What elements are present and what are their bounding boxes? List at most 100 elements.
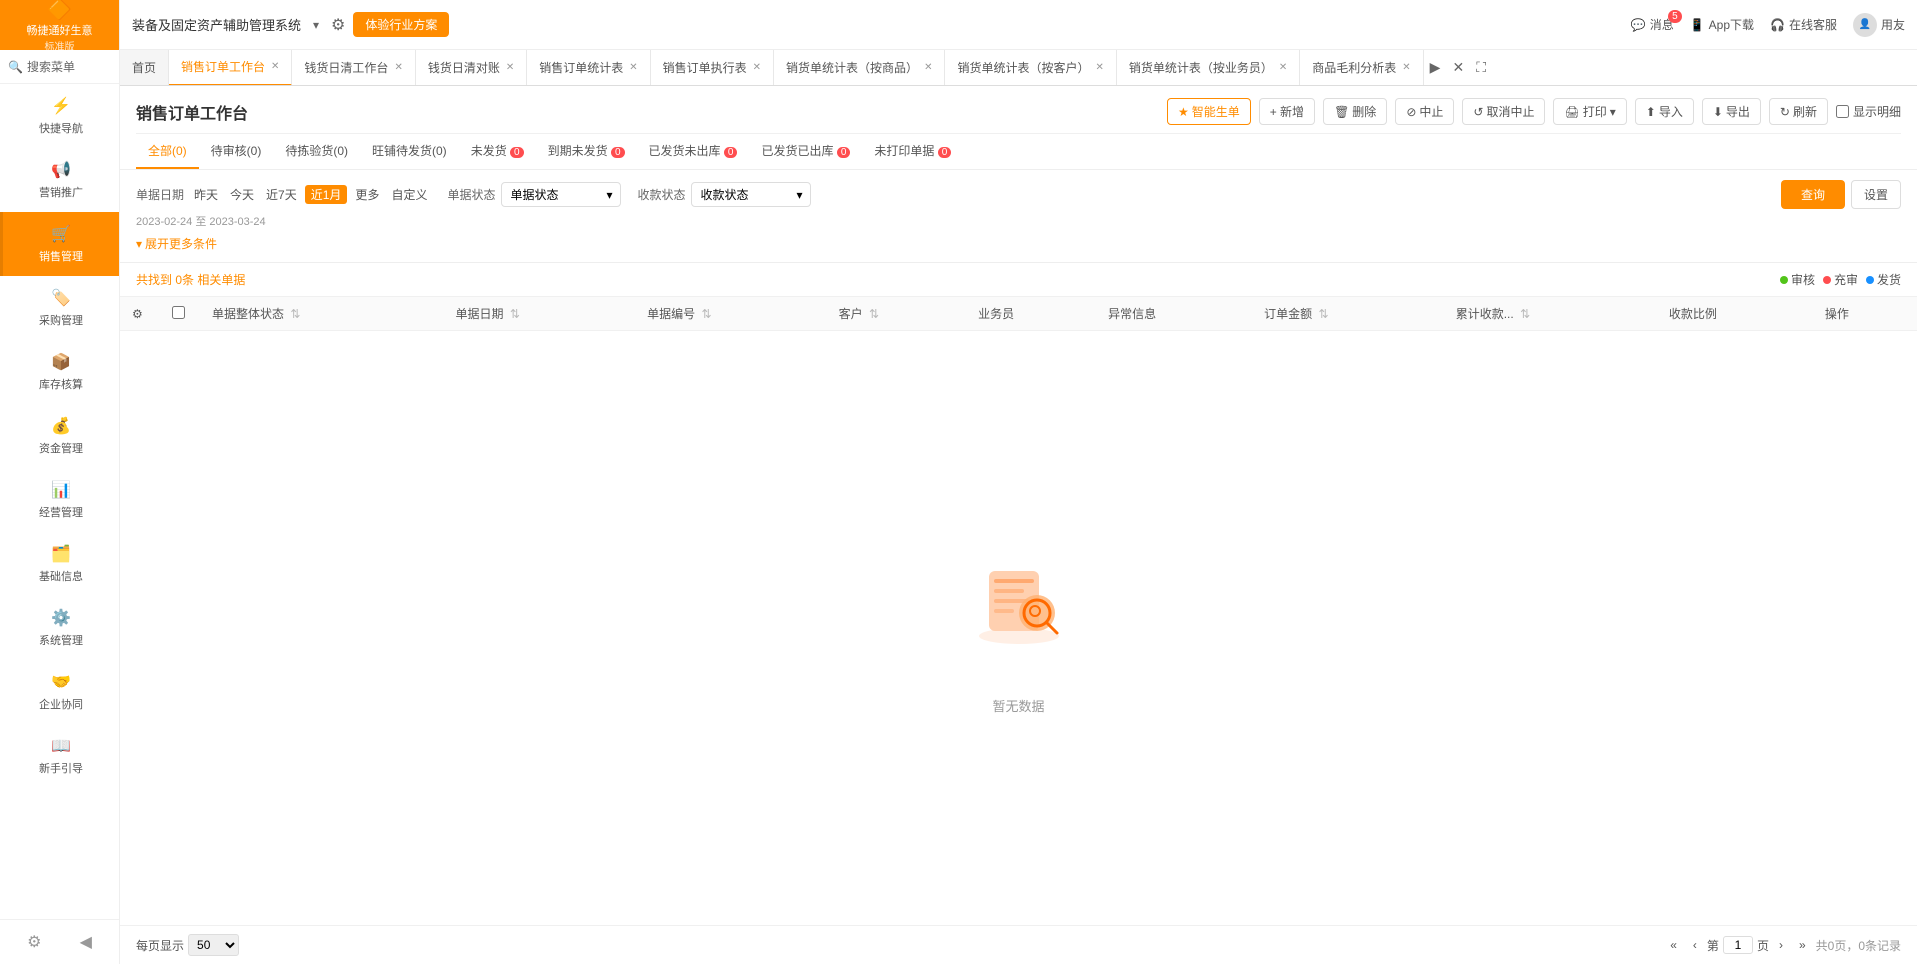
date-opt-7days[interactable]: 近7天 [262, 184, 301, 205]
sort-icon-customer[interactable]: ⇅ [869, 307, 879, 321]
tab-margin-analysis-close[interactable]: ✕ [1402, 62, 1410, 73]
user-name: 用友 [1881, 16, 1905, 33]
sort-icon-date[interactable]: ⇅ [510, 307, 520, 321]
col-settings-icon[interactable]: ⚙ [132, 307, 143, 321]
set-btn[interactable]: 设置 [1851, 180, 1901, 209]
tab-sales-stat-cust[interactable]: 销货单统计表（按客户） ✕ [945, 50, 1116, 86]
sidebar-item-marketing[interactable]: 📢 营销推广 [0, 148, 119, 212]
sub-tab-not-shipped[interactable]: 未发货 0 [459, 134, 536, 169]
select-all-checkbox[interactable] [172, 306, 185, 319]
refresh-btn[interactable]: ↻ 刷新 [1769, 98, 1828, 125]
next-page-btn[interactable]: › [1773, 936, 1789, 954]
ship-action-btn[interactable]: 发货 [1866, 271, 1901, 288]
tab-sales-stat-staff[interactable]: 销货单统计表（按业务员） ✕ [1117, 50, 1300, 86]
sort-icon-status[interactable]: ⇅ [290, 307, 300, 321]
payment-status-select[interactable]: 收款状态 ▾ [691, 182, 811, 207]
print-btn[interactable]: 🖨 打印 ▾ [1553, 98, 1626, 125]
sort-icon-amount[interactable]: ⇅ [1319, 307, 1329, 321]
user-action[interactable]: 👤 用友 [1853, 13, 1905, 37]
sub-tab-shipped-out[interactable]: 已发货已出库 0 [749, 134, 862, 169]
page-input[interactable] [1723, 936, 1753, 954]
query-btn[interactable]: 查询 [1781, 180, 1845, 209]
tab-sales-exec-close[interactable]: ✕ [753, 62, 761, 73]
review-action-btn[interactable]: 审核 [1780, 271, 1815, 288]
date-opt-more[interactable]: 更多 [351, 184, 383, 205]
sidebar-collapse-btn[interactable]: ◀ [76, 928, 96, 956]
sidebar-item-inventory[interactable]: 📦 库存核算 [0, 340, 119, 404]
sidebar-item-enterprise[interactable]: 🤝 企业协同 [0, 660, 119, 724]
sub-tab-pending-inspect[interactable]: 待拣验货(0) [273, 134, 360, 169]
sidebar-item-purchase[interactable]: 🏷️ 采购管理 [0, 276, 119, 340]
sidebar-item-quick-nav[interactable]: ⚡ 快捷导航 [0, 84, 119, 148]
tab-sales-exec[interactable]: 销售订单执行表 ✕ [651, 50, 774, 86]
tab-scroll-right[interactable]: ▶ [1424, 50, 1447, 86]
sub-tab-wangpu[interactable]: 旺铺待发货(0) [360, 134, 459, 169]
date-opt-today[interactable]: 今天 [226, 184, 258, 205]
tab-sales-stat-cust-label: 销货单统计表（按客户） [957, 59, 1089, 76]
tab-sales-stat-cust-close[interactable]: ✕ [1095, 62, 1103, 73]
tab-close-all[interactable]: ✕ [1446, 50, 1470, 86]
sort-icon-collected[interactable]: ⇅ [1520, 307, 1530, 321]
tab-home[interactable]: 首页 [120, 50, 169, 86]
app-logo[interactable]: 🔶 畅捷通好生意 标准版 [0, 0, 119, 50]
sidebar-item-system[interactable]: ⚙️ 系统管理 [0, 596, 119, 660]
first-page-btn[interactable]: « [1664, 936, 1683, 954]
unaudit-action-btn[interactable]: 充审 [1823, 271, 1858, 288]
sidebar-item-operations[interactable]: 📊 经营管理 [0, 468, 119, 532]
sort-icon-number[interactable]: ⇅ [701, 307, 711, 321]
export-label: 导出 [1726, 103, 1750, 120]
import-btn[interactable]: ⬆ 导入 [1635, 98, 1694, 125]
tab-sales-stat[interactable]: 销售订单统计表 ✕ [527, 50, 650, 86]
export-btn[interactable]: ⬇ 导出 [1702, 98, 1761, 125]
last-page-btn[interactable]: » [1793, 936, 1812, 954]
overdue-badge: 0 [611, 147, 625, 158]
online-service-action[interactable]: 🎧 在线客服 [1770, 16, 1837, 33]
sidebar-item-guide[interactable]: 📖 新手引导 [0, 724, 119, 788]
tab-maximize[interactable]: ⛶ [1470, 50, 1492, 86]
tab-cash-daily-close[interactable]: ✕ [394, 62, 402, 73]
tab-cash-daily[interactable]: 钱货日清工作台 ✕ [292, 50, 415, 86]
sub-tab-pending-review[interactable]: 待审核(0) [199, 134, 274, 169]
tab-sales-stat-prod-close[interactable]: ✕ [924, 62, 932, 73]
system-settings-btn[interactable]: ⚙ [331, 15, 345, 35]
cancel-stop-btn[interactable]: ↺ 取消中止 [1462, 98, 1545, 125]
tab-cash-reconcile-close[interactable]: ✕ [506, 62, 514, 73]
prev-page-btn[interactable]: ‹ [1687, 936, 1703, 954]
tab-sales-order-close[interactable]: ✕ [271, 61, 279, 72]
sidebar-item-sales[interactable]: 🛒 销售管理 [0, 212, 119, 276]
page-size-select[interactable]: 10 20 50 100 [188, 934, 239, 956]
app-download-action[interactable]: 📱 App下载 [1690, 16, 1754, 33]
col-ratio-label: 收款比例 [1669, 307, 1717, 321]
tab-margin-analysis[interactable]: 商品毛利分析表 ✕ [1300, 50, 1423, 86]
sub-tab-not-printed[interactable]: 未打印单据 0 [862, 134, 963, 169]
col-date-label: 单据日期 [456, 307, 504, 321]
stop-btn[interactable]: ⊘ 中止 [1395, 98, 1454, 125]
delete-btn[interactable]: 🗑 删除 [1323, 98, 1387, 125]
smart-create-btn[interactable]: ★ 智能生单 [1167, 98, 1251, 125]
sub-tab-all[interactable]: 全部(0) [136, 134, 199, 169]
sidebar-search[interactable]: 🔍 搜索菜单 [0, 50, 119, 84]
sub-tab-shipped-not-out[interactable]: 已发货未出库 0 [637, 134, 750, 169]
show-detail-checkbox-wrapper[interactable]: 显示明细 [1836, 103, 1901, 120]
tab-sales-stat-close[interactable]: ✕ [629, 62, 637, 73]
message-action[interactable]: 💬 消息 5 [1631, 16, 1674, 33]
expand-conditions-btn[interactable]: ▾ 展开更多条件 [136, 235, 1901, 252]
tab-sales-order-workbench[interactable]: 销售订单工作台 ✕ [169, 50, 292, 86]
system-dropdown-btn[interactable]: ▾ [309, 16, 323, 34]
sidebar-settings-btn[interactable]: ⚙ [23, 928, 45, 956]
industry-btn[interactable]: 体验行业方案 [353, 12, 449, 37]
date-opt-1month[interactable]: 近1月 [305, 185, 348, 204]
date-opt-custom[interactable]: 自定义 [387, 184, 431, 205]
add-btn[interactable]: + 新增 [1259, 98, 1315, 125]
sidebar-item-finance[interactable]: 💰 资金管理 [0, 404, 119, 468]
top-header: 装备及固定资产辅助管理系统 ▾ ⚙ 体验行业方案 💬 消息 5 📱 App下载 … [120, 0, 1917, 50]
guide-icon: 📖 [51, 736, 71, 756]
tab-sales-stat-staff-close[interactable]: ✕ [1279, 62, 1287, 73]
doc-status-select[interactable]: 单据状态 ▾ [501, 182, 621, 207]
tab-cash-reconcile[interactable]: 钱货日清对账 ✕ [416, 50, 527, 86]
tab-sales-stat-prod[interactable]: 销货单统计表（按商品） ✕ [774, 50, 945, 86]
sidebar-item-basic[interactable]: 🗂️ 基础信息 [0, 532, 119, 596]
sub-tab-overdue-not-shipped[interactable]: 到期未发货 0 [536, 134, 637, 169]
date-opt-yesterday[interactable]: 昨天 [190, 184, 222, 205]
show-detail-checkbox[interactable] [1836, 105, 1849, 118]
